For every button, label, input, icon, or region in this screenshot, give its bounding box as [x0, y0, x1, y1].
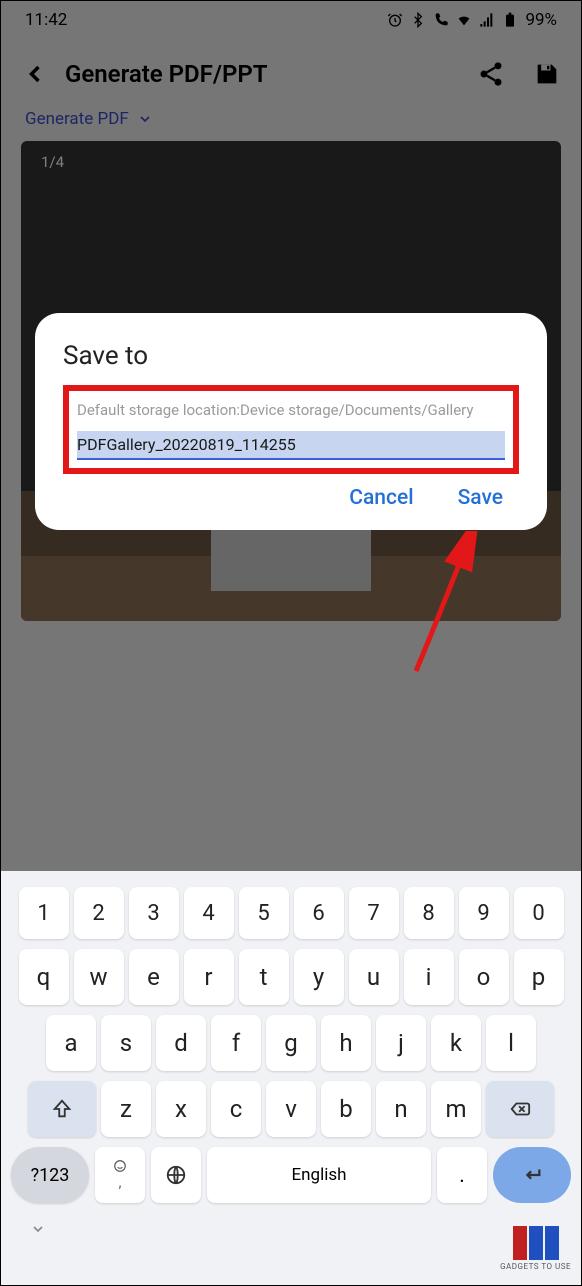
key-n[interactable]: n [376, 1081, 426, 1137]
globe-icon [165, 1164, 187, 1186]
key-u[interactable]: u [349, 949, 399, 1005]
period-key[interactable]: . [437, 1147, 487, 1203]
space-key[interactable]: English [207, 1147, 431, 1203]
keyboard-row-2: q w e r t y u i o p [7, 949, 575, 1005]
key-v[interactable]: v [266, 1081, 316, 1137]
keyboard: 1 2 3 4 5 6 7 8 9 0 q w e r t y u i o p … [1, 871, 581, 1285]
save-dialog: Save to Default storage location:Device … [35, 313, 547, 530]
key-b[interactable]: b [321, 1081, 371, 1137]
key-4[interactable]: 4 [184, 887, 234, 939]
key-t[interactable]: t [239, 949, 289, 1005]
dialog-title: Save to [63, 341, 519, 371]
shift-key[interactable] [28, 1081, 96, 1137]
key-m[interactable]: m [431, 1081, 481, 1137]
backspace-icon [507, 1098, 533, 1120]
emoji-key[interactable]: , [95, 1147, 145, 1203]
enter-key[interactable] [493, 1147, 571, 1203]
key-e[interactable]: e [129, 949, 179, 1005]
key-8[interactable]: 8 [404, 887, 454, 939]
key-6[interactable]: 6 [294, 887, 344, 939]
smiley-icon [113, 1159, 127, 1173]
key-d[interactable]: d [156, 1015, 206, 1071]
key-k[interactable]: k [431, 1015, 481, 1071]
storage-path-label: Default storage location:Device storage/… [77, 401, 505, 419]
key-f[interactable]: f [211, 1015, 261, 1071]
keyboard-row-numbers: 1 2 3 4 5 6 7 8 9 0 [7, 887, 575, 939]
key-9[interactable]: 9 [459, 887, 509, 939]
keyboard-row-4: z x c v b n m [7, 1081, 575, 1137]
key-h[interactable]: h [321, 1015, 371, 1071]
key-i[interactable]: i [404, 949, 454, 1005]
key-7[interactable]: 7 [349, 887, 399, 939]
save-button[interactable]: Save [458, 486, 503, 510]
backspace-key[interactable] [486, 1081, 554, 1137]
key-0[interactable]: 0 [514, 887, 564, 939]
key-a[interactable]: a [46, 1015, 96, 1071]
key-j[interactable]: j [376, 1015, 426, 1071]
key-c[interactable]: c [211, 1081, 261, 1137]
keyboard-row-5: ?123 , English . [7, 1147, 575, 1203]
watermark-text: GADGETS TO USE [500, 1262, 571, 1271]
key-5[interactable]: 5 [239, 887, 289, 939]
watermark: GADGETS TO USE [500, 1226, 571, 1271]
key-w[interactable]: w [74, 949, 124, 1005]
key-o[interactable]: o [459, 949, 509, 1005]
key-r[interactable]: r [184, 949, 234, 1005]
collapse-keyboard-icon[interactable] [27, 1221, 49, 1237]
shift-icon [51, 1098, 73, 1120]
highlight-annotation: Default storage location:Device storage/… [63, 385, 519, 474]
filename-input[interactable] [77, 431, 505, 460]
key-g[interactable]: g [266, 1015, 316, 1071]
key-z[interactable]: z [101, 1081, 151, 1137]
key-q[interactable]: q [19, 949, 69, 1005]
language-key[interactable] [151, 1147, 201, 1203]
key-s[interactable]: s [101, 1015, 151, 1071]
key-3[interactable]: 3 [129, 887, 179, 939]
enter-icon [519, 1164, 545, 1186]
key-x[interactable]: x [156, 1081, 206, 1137]
cancel-button[interactable]: Cancel [349, 486, 413, 510]
key-1[interactable]: 1 [19, 887, 69, 939]
key-p[interactable]: p [514, 949, 564, 1005]
symbols-key[interactable]: ?123 [11, 1147, 89, 1203]
key-2[interactable]: 2 [74, 887, 124, 939]
keyboard-row-3: a s d f g h j k l [7, 1015, 575, 1071]
key-y[interactable]: y [294, 949, 344, 1005]
key-l[interactable]: l [486, 1015, 536, 1071]
